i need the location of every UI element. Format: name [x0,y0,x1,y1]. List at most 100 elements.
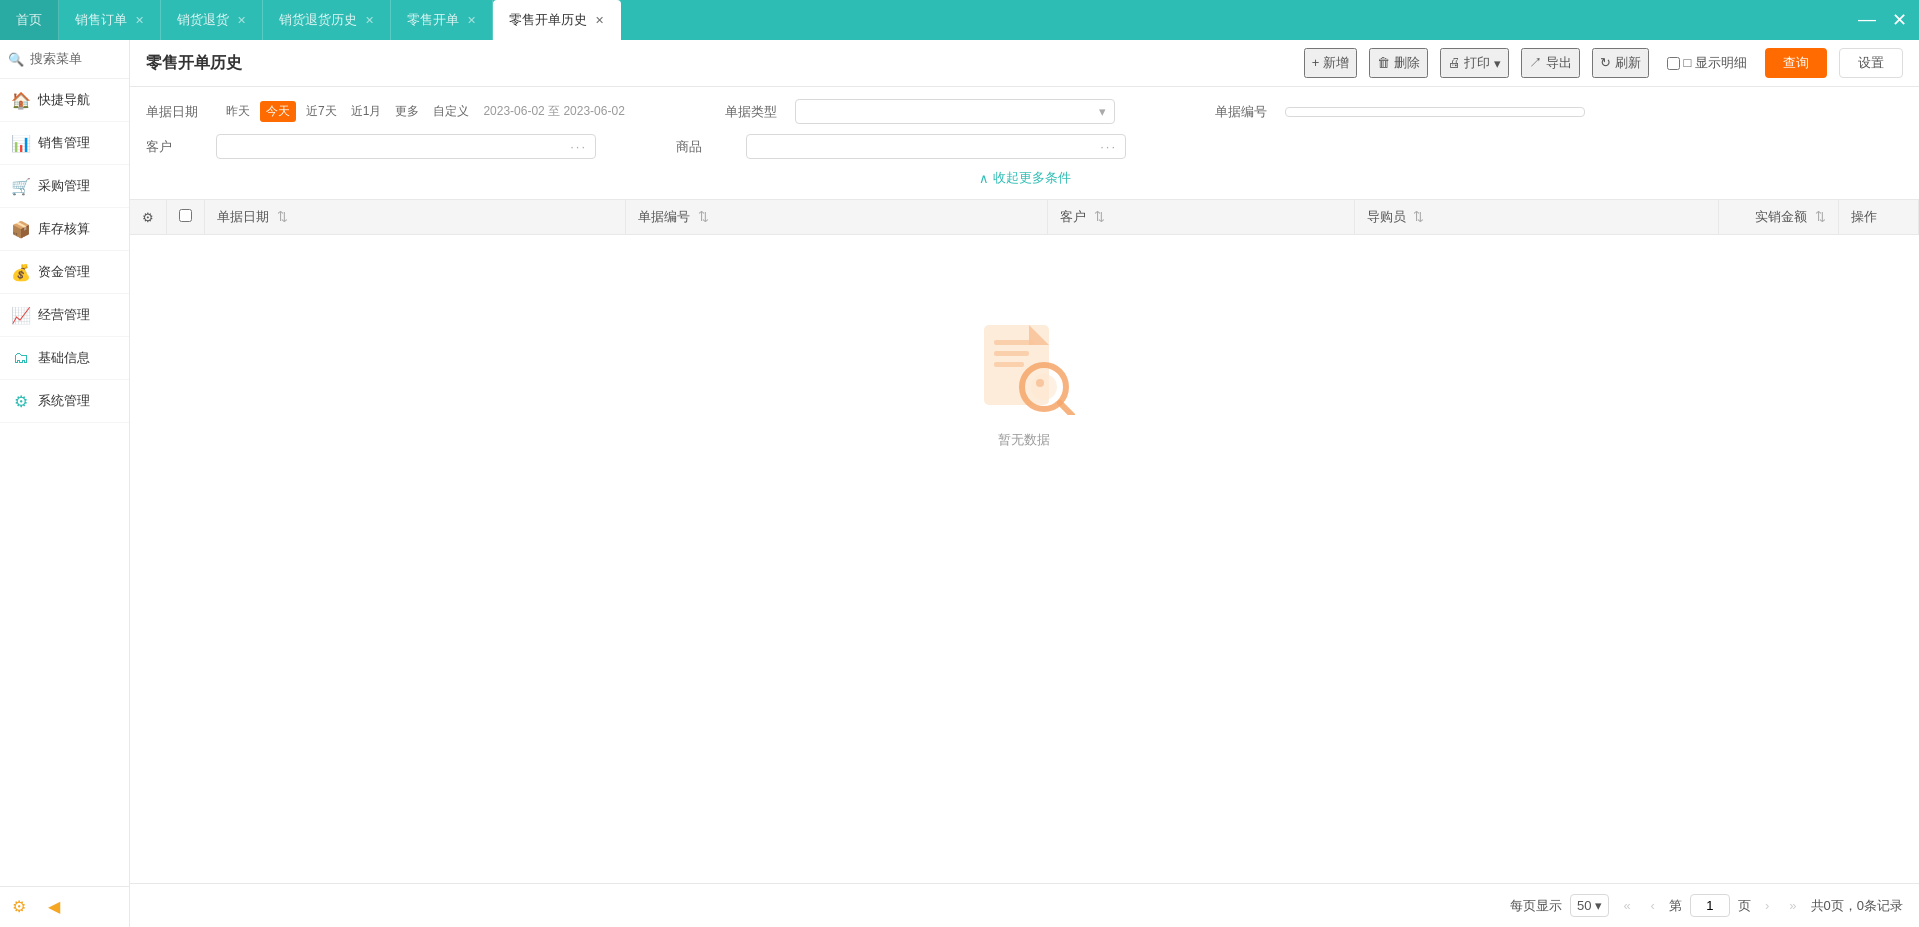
display-detail-toggle[interactable]: □ 显示明细 [1661,50,1753,76]
svg-point-8 [1036,379,1044,387]
goods-filter-input[interactable]: ··· [746,134,1126,159]
svg-rect-1 [994,340,1034,345]
settings-bottom-icon[interactable]: ⚙ [12,897,32,917]
goods-filter-label: 商品 [676,138,746,156]
prev-page-button[interactable]: ‹ [1645,895,1661,916]
type-filter-input[interactable]: ▾ [795,99,1115,124]
print-dropdown-icon: ▾ [1494,56,1501,71]
svg-rect-3 [994,362,1024,367]
number-filter-input[interactable] [1285,107,1585,117]
tab-close-sales-return[interactable]: ✕ [237,14,246,27]
export-button[interactable]: ↗ 导出 [1521,48,1580,78]
sys-mgmt-icon: ⚙ [12,392,30,410]
customer-filter-label: 客户 [146,138,216,156]
toolbar-actions: + 新增 🗑 删除 🖨 打印 ▾ ↗ 导出 ↻ 刷新 □ 显示明细 [1304,48,1903,78]
collapse-up-icon: ∧ [979,171,989,186]
pagination: 每页显示 50 ▾ « ‹ 第 页 › » 共0页，0条记录 [130,883,1919,927]
table-header-row: ⚙ 单据日期 ⇅ 单据编号 ⇅ [130,200,1919,235]
date-opt-yesterday[interactable]: 昨天 [222,101,254,122]
delete-button[interactable]: 🗑 删除 [1369,48,1428,78]
table-checkbox-col[interactable] [167,200,205,235]
customer-filter-input[interactable]: ··· [216,134,596,159]
tab-close-retail-open-history[interactable]: ✕ [595,14,604,27]
add-button[interactable]: + 新增 [1304,48,1357,78]
filter-row-customer: 客户 ··· 商品 ··· [146,134,1903,159]
tab-close-sales-order[interactable]: ✕ [135,14,144,27]
search-icon: 🔍 [8,52,24,67]
window-close[interactable]: ✕ [1892,9,1907,31]
tab-home[interactable]: 首页 [0,0,59,40]
window-minimize[interactable]: — [1858,9,1876,31]
col-header-customer[interactable]: 客户 ⇅ [1047,200,1354,235]
sidebar-item-sys-mgmt[interactable]: ⚙ 系统管理 [0,380,129,423]
date-opt-more[interactable]: 更多 [391,101,423,122]
next-page-button[interactable]: › [1759,895,1775,916]
sidebar-item-inventory[interactable]: 📦 库存核算 [0,208,129,251]
display-detail-checkbox[interactable] [1667,57,1680,70]
date-opt-custom[interactable]: 自定义 [429,101,473,122]
sort-customer-icon: ⇅ [1094,209,1105,224]
date-opt-today[interactable]: 今天 [260,101,296,122]
sort-number-icon: ⇅ [698,209,709,224]
tab-sales-return-history[interactable]: 销货退货历史 ✕ [263,0,391,40]
sidebar-item-base-info[interactable]: 🗂 基础信息 [0,337,129,380]
svg-line-7 [1060,403,1072,415]
finance-icon: 💰 [12,263,30,281]
sidebar-item-finance[interactable]: 💰 资金管理 [0,251,129,294]
first-page-button[interactable]: « [1617,895,1636,916]
page-suffix: 页 [1738,897,1751,915]
sidebar-item-operations[interactable]: 📈 经营管理 [0,294,129,337]
last-page-button[interactable]: » [1783,895,1802,916]
page-number-input[interactable] [1690,894,1730,917]
sidebar-bottom: ⚙ ◀ [0,886,129,927]
date-opt-7days[interactable]: 近7天 [302,101,341,122]
collapse-button[interactable]: ∧ 收起更多条件 [979,169,1071,187]
date-opt-1month[interactable]: 近1月 [347,101,386,122]
tab-retail-open-history[interactable]: 零售开单历史 ✕ [493,0,621,40]
filter-row-date: 单据日期 昨天 今天 近7天 近1月 更多 自定义 2023-06-02 至 2… [146,99,1903,124]
sort-amount-icon: ⇅ [1815,209,1826,224]
filter-area: 单据日期 昨天 今天 近7天 近1月 更多 自定义 2023-06-02 至 2… [130,87,1919,200]
svg-point-6 [1031,374,1057,400]
col-header-salesperson[interactable]: 导购员 ⇅ [1354,200,1718,235]
per-page-dropdown-icon: ▾ [1595,898,1602,913]
table-settings-icon[interactable]: ⚙ [142,210,154,225]
date-range-display: 2023-06-02 至 2023-06-02 [483,103,624,120]
sidebar-search[interactable]: 🔍 搜索菜单 [0,40,129,79]
tab-sales-order[interactable]: 销售订单 ✕ [59,0,161,40]
sidebar-item-purchase-mgmt[interactable]: 🛒 采购管理 [0,165,129,208]
page-title: 零售开单历史 [146,53,242,74]
refresh-button[interactable]: ↻ 刷新 [1592,48,1649,78]
inventory-icon: 📦 [12,220,30,238]
query-button[interactable]: 查询 [1765,48,1827,78]
col-header-number[interactable]: 单据编号 ⇅ [626,200,1047,235]
sales-icon: 📊 [12,134,30,152]
svg-rect-2 [994,351,1029,356]
sort-date-icon: ⇅ [277,209,288,224]
col-header-amount[interactable]: 实销金额 ⇅ [1719,200,1839,235]
total-pages-text: 共0页，0条记录 [1811,897,1903,915]
sidebar-item-quick-nav[interactable]: 🏠 快捷导航 [0,79,129,122]
select-all-checkbox[interactable] [179,209,192,222]
type-filter-label: 单据类型 [725,103,795,121]
date-filter-label: 单据日期 [146,103,216,121]
tab-close-retail-open[interactable]: ✕ [467,14,476,27]
settings-button[interactable]: 设置 [1839,48,1903,78]
per-page-select[interactable]: 50 ▾ [1570,894,1609,917]
customer-select-dots: ··· [570,139,587,154]
base-info-icon: 🗂 [12,349,30,367]
tab-sales-return[interactable]: 销货退货 ✕ [161,0,263,40]
table-settings-col[interactable]: ⚙ [130,200,167,235]
page-label: 第 [1669,897,1682,915]
sort-salesperson-icon: ⇅ [1413,209,1424,224]
col-header-date[interactable]: 单据日期 ⇅ [205,200,626,235]
sidebar-item-sales-mgmt[interactable]: 📊 销售管理 [0,122,129,165]
tab-close-sales-return-history[interactable]: ✕ [365,14,374,27]
main-layout: 🔍 搜索菜单 🏠 快捷导航 📊 销售管理 🛒 采购管理 📦 库存核算 💰 资金管… [0,40,1919,927]
purchase-icon: 🛒 [12,177,30,195]
collapse-sidebar-icon[interactable]: ◀ [48,897,68,917]
empty-state-cell: 暂无数据 [130,235,1919,530]
tab-retail-open[interactable]: 零售开单 ✕ [391,0,493,40]
number-filter-label: 单据编号 [1215,103,1285,121]
print-button[interactable]: 🖨 打印 ▾ [1440,48,1510,78]
